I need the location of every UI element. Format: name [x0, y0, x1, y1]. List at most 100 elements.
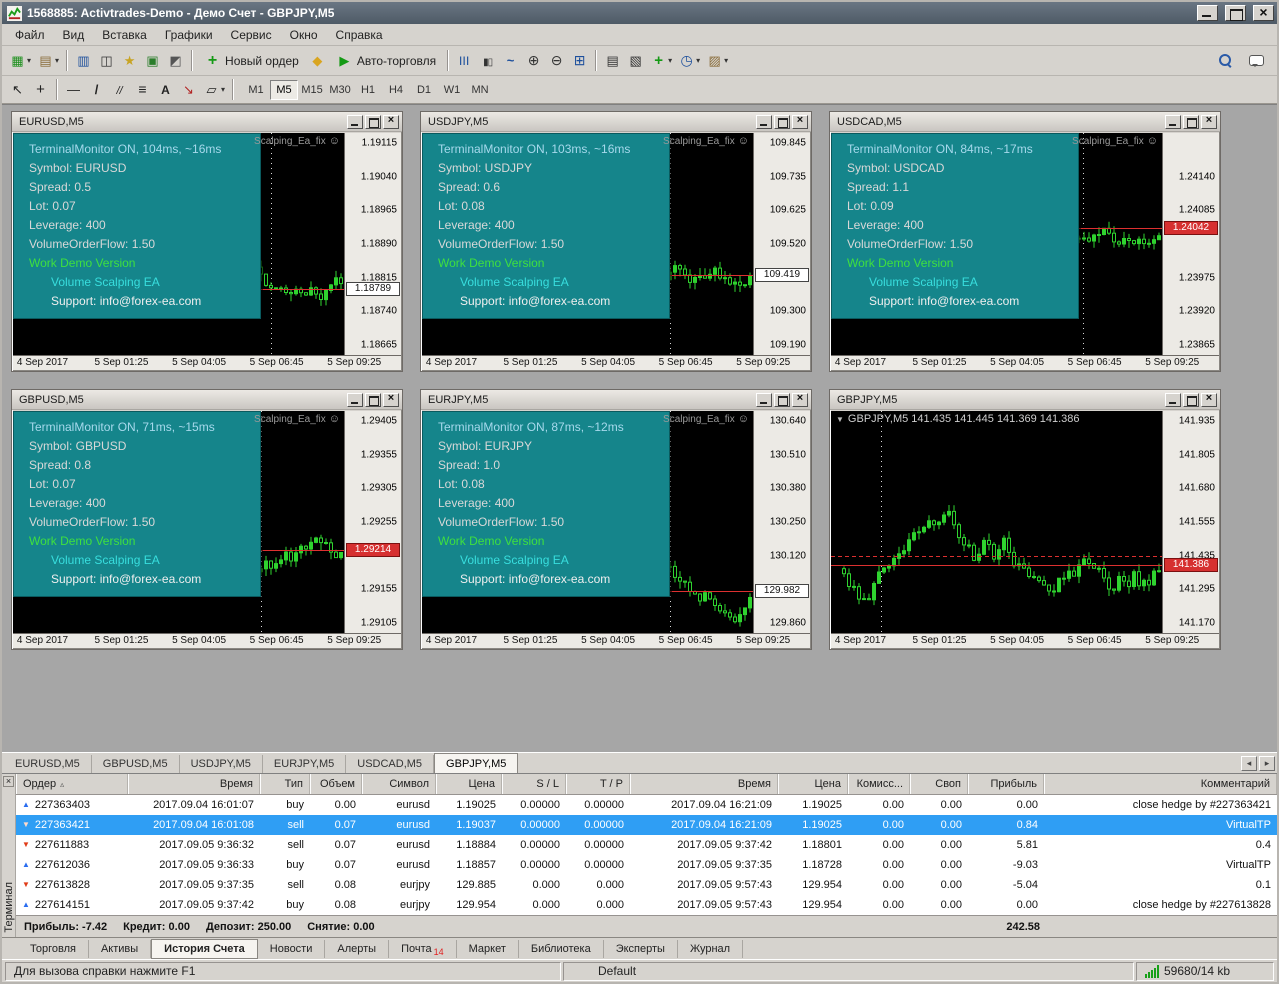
- status-profile[interactable]: Default: [563, 961, 1134, 981]
- chart-close-button[interactable]: [792, 114, 808, 129]
- new-chart-button[interactable]: ▾: [6, 49, 34, 73]
- terminal-close-icon[interactable]: [3, 776, 14, 787]
- timeframe-h1[interactable]: H1: [354, 80, 382, 100]
- chart-tab-eurjpy[interactable]: EURJPY,M5: [263, 755, 347, 773]
- column-header-commission[interactable]: Комисс...: [848, 774, 910, 794]
- column-header-profit[interactable]: Прибыль: [968, 774, 1044, 794]
- menu-item-5[interactable]: Сервис: [222, 26, 281, 44]
- history-row[interactable]: 227614151 2017.09.05 9:37:42 buy 0.08 eurjpy…: [16, 895, 1277, 915]
- templates-button[interactable]: ▾: [703, 49, 731, 73]
- channel-button[interactable]: [108, 78, 131, 102]
- market-watch-button[interactable]: [72, 49, 95, 73]
- tile-windows-button[interactable]: [568, 49, 591, 73]
- column-header-open-time[interactable]: Время: [128, 774, 260, 794]
- line-chart-button[interactable]: [499, 49, 522, 73]
- terminal-tab-7[interactable]: Маркет: [457, 939, 519, 958]
- chart-minimize-button[interactable]: [756, 392, 772, 407]
- chart-tab-gbpjpy[interactable]: GBPJPY,M5: [434, 753, 519, 773]
- chart-minimize-button[interactable]: [347, 392, 363, 407]
- menu-item-4[interactable]: Графики: [156, 26, 222, 44]
- chart-restore-button[interactable]: [774, 392, 790, 407]
- timeframe-m1[interactable]: M1: [242, 80, 270, 100]
- scroll-right-icon[interactable]: ▸: [1259, 756, 1275, 771]
- history-row[interactable]: 227363421 2017.09.04 16:01:08 sell 0.07 euru…: [16, 815, 1277, 835]
- chart-tab-usdjpy[interactable]: USDJPY,M5: [180, 755, 263, 773]
- chart-minimize-button[interactable]: [1165, 114, 1181, 129]
- column-header-swap[interactable]: Своп: [910, 774, 968, 794]
- chart-close-button[interactable]: [1201, 392, 1217, 407]
- cursor-button[interactable]: [6, 78, 29, 102]
- candlestick-chart-button[interactable]: [476, 49, 499, 73]
- minimize-button[interactable]: [1197, 5, 1218, 21]
- smiley-icon[interactable]: [1147, 135, 1158, 147]
- column-header-type[interactable]: Тип: [260, 774, 310, 794]
- strategy-tester-button[interactable]: [164, 49, 187, 73]
- timeframe-d1[interactable]: D1: [410, 80, 438, 100]
- shapes-button[interactable]: ▾: [200, 78, 228, 102]
- data-window-button[interactable]: [95, 49, 118, 73]
- chart-close-button[interactable]: [383, 114, 399, 129]
- trendline-button[interactable]: [85, 78, 108, 102]
- chart-close-button[interactable]: [792, 392, 808, 407]
- column-header-symbol[interactable]: Символ: [362, 774, 436, 794]
- smiley-icon[interactable]: [738, 413, 749, 425]
- arrow-tool-button[interactable]: [177, 78, 200, 102]
- column-header-comment[interactable]: Комментарий: [1044, 774, 1277, 794]
- chart-tab-usdcad[interactable]: USDCAD,M5: [346, 755, 435, 773]
- timeframe-m30[interactable]: M30: [326, 80, 354, 100]
- terminal-button[interactable]: [141, 49, 164, 73]
- chart-title-bar[interactable]: EURJPY,M5: [421, 390, 811, 410]
- menu-item-7[interactable]: Справка: [327, 26, 392, 44]
- chart-minimize-button[interactable]: [347, 114, 363, 129]
- profiles-button[interactable]: ▾: [34, 49, 62, 73]
- crosshair-button[interactable]: [29, 78, 52, 102]
- column-header-close-time[interactable]: Время: [630, 774, 778, 794]
- chart-canvas[interactable]: Scalping_Ea_fix TerminalMonitor ON, 87ms…: [422, 411, 753, 633]
- column-header-open-price[interactable]: Цена: [436, 774, 502, 794]
- timeframe-m15[interactable]: M15: [298, 80, 326, 100]
- chat-button[interactable]: [1244, 49, 1267, 73]
- chart-title-bar[interactable]: GBPUSD,M5: [12, 390, 402, 410]
- chart-minimize-button[interactable]: [756, 114, 772, 129]
- chart-title-bar[interactable]: GBPJPY,M5: [830, 390, 1220, 410]
- history-row[interactable]: 227612036 2017.09.05 9:36:33 buy 0.07 eurusd…: [16, 855, 1277, 875]
- timeframe-h4[interactable]: H4: [382, 80, 410, 100]
- terminal-tab-1[interactable]: Торговля: [18, 939, 89, 958]
- chart-restore-button[interactable]: [1183, 392, 1199, 407]
- cascade-button[interactable]: [624, 49, 647, 73]
- terminal-tab-10[interactable]: Журнал: [678, 939, 744, 958]
- smiley-icon[interactable]: [329, 135, 340, 147]
- chart-minimize-button[interactable]: [1165, 392, 1181, 407]
- timeframe-m5[interactable]: M5: [270, 79, 299, 100]
- terminal-tab-6[interactable]: Почта 14: [389, 939, 457, 958]
- navigator-button[interactable]: [118, 49, 141, 73]
- text-tool-button[interactable]: [154, 78, 177, 102]
- menu-item-6[interactable]: Окно: [281, 26, 327, 44]
- metaeditor-button[interactable]: [306, 49, 329, 73]
- new-order-button[interactable]: Новый ордер: [197, 49, 306, 73]
- chart-canvas[interactable]: Scalping_Ea_fix TerminalMonitor ON, 71ms…: [13, 411, 344, 633]
- smiley-icon[interactable]: [329, 413, 340, 425]
- column-header-sl[interactable]: S / L: [502, 774, 566, 794]
- restore-button[interactable]: [1225, 5, 1246, 21]
- chart-title-bar[interactable]: USDJPY,M5: [421, 112, 811, 132]
- fibonacci-button[interactable]: [131, 78, 154, 102]
- scroll-left-icon[interactable]: ◂: [1241, 756, 1257, 771]
- terminal-tab-2[interactable]: Активы: [89, 939, 152, 958]
- terminal-tab-5[interactable]: Алерты: [325, 939, 390, 958]
- chart-restore-button[interactable]: [365, 392, 381, 407]
- menu-item-2[interactable]: Вид: [54, 26, 94, 44]
- history-row[interactable]: 227613828 2017.09.05 9:37:35 sell 0.08 eurjp…: [16, 875, 1277, 895]
- chart-canvas[interactable]: Scalping_Ea_fix TerminalMonitor ON, 104m…: [13, 133, 344, 355]
- autotrade-button[interactable]: Авто-торговля: [329, 49, 443, 73]
- zoom-in-button[interactable]: [522, 49, 545, 73]
- chart-canvas[interactable]: Scalping_Ea_fix TerminalMonitor ON, 103m…: [422, 133, 753, 355]
- zoom-out-button[interactable]: [545, 49, 568, 73]
- horizontal-line-button[interactable]: [62, 78, 85, 102]
- terminal-tab-8[interactable]: Библиотека: [519, 939, 604, 958]
- chart-title-bar[interactable]: USDCAD,M5: [830, 112, 1220, 132]
- smiley-icon[interactable]: [738, 135, 749, 147]
- periods-button[interactable]: ▾: [675, 49, 703, 73]
- menu-item-1[interactable]: Файл: [6, 26, 54, 44]
- bar-chart-button[interactable]: [453, 49, 476, 73]
